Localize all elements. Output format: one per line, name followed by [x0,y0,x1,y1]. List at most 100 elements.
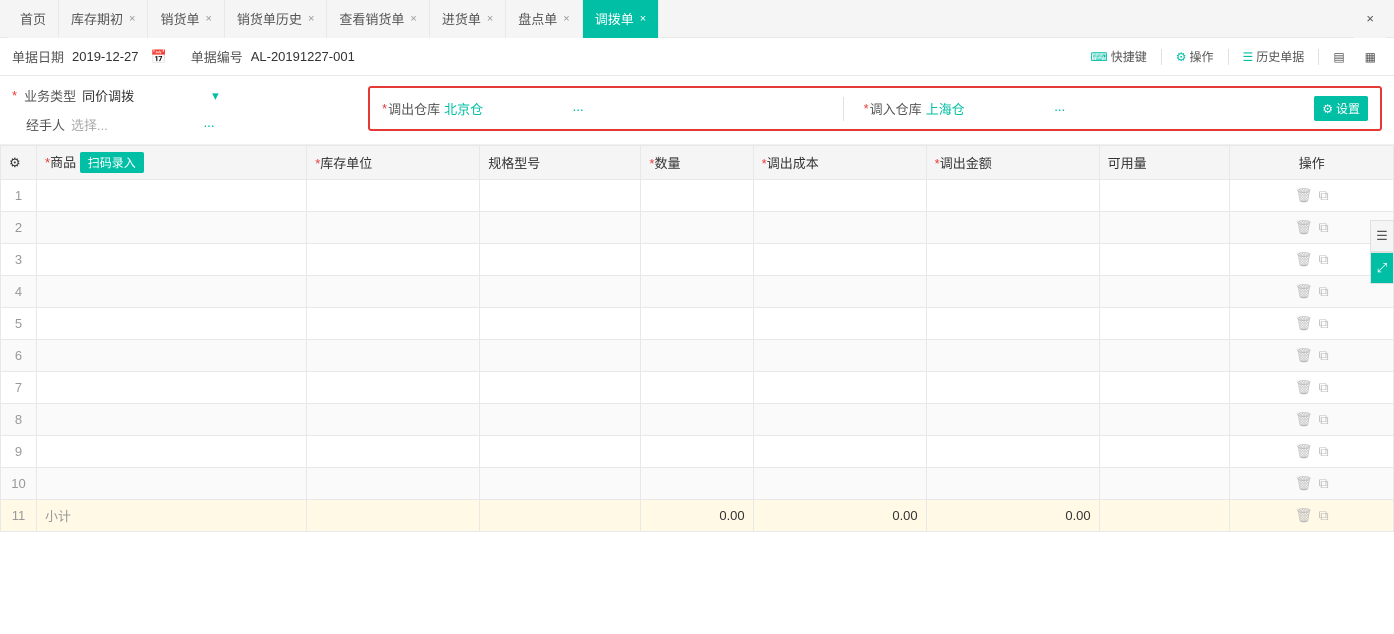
amount-cell[interactable] [926,244,1099,276]
product-cell[interactable] [37,212,307,244]
scan-button[interactable]: 扫码录入 [80,152,144,173]
shortcut-btn[interactable]: ⌨ 快捷键 [1084,46,1152,67]
copy-icon[interactable]: ⧉ [1319,283,1329,300]
transfer-in-value[interactable]: 上海仓 [926,99,1046,118]
copy-icon[interactable]: ⧉ [1319,219,1329,236]
qty-cell[interactable] [641,468,753,500]
close-tab-sales-history[interactable]: × [308,13,314,25]
copy-icon[interactable]: ⧉ [1319,187,1329,204]
transfer-out-more[interactable]: ··· [572,101,583,117]
amount-cell[interactable] [926,404,1099,436]
tab-inventory-check[interactable]: 盘点单 × [506,0,582,38]
close-window-btn[interactable]: × [1354,0,1386,38]
product-cell[interactable] [37,244,307,276]
transfer-out-value[interactable]: 北京仓 [444,99,564,118]
qty-cell[interactable] [641,404,753,436]
unit-cell[interactable] [307,372,480,404]
spec-cell[interactable] [480,404,641,436]
cost-cell[interactable] [753,276,926,308]
delete-icon[interactable]: 🗑 [1295,411,1313,428]
amount-cell[interactable] [926,276,1099,308]
qty-cell[interactable] [641,276,753,308]
spec-cell[interactable] [480,244,641,276]
product-cell[interactable] [37,340,307,372]
business-type-dropdown[interactable]: ▾ [212,88,219,104]
calendar-icon[interactable]: 📅 [151,49,167,65]
cost-cell[interactable] [753,372,926,404]
available-cell[interactable] [1099,468,1230,500]
layout-btn2[interactable]: ▦ [1359,48,1382,66]
history-btn[interactable]: ☰ 历史单据 [1237,46,1311,67]
business-type-value[interactable]: 同价调拨 [82,86,202,105]
close-tab-purchase-order[interactable]: × [487,13,493,25]
unit-cell[interactable] [307,244,480,276]
close-tab-sales-order[interactable]: × [205,13,211,25]
delete-icon[interactable]: 🗑 [1295,283,1313,300]
tab-view-sales[interactable]: 查看销货单 × [327,0,429,38]
amount-cell[interactable] [926,468,1099,500]
cost-cell[interactable] [753,340,926,372]
amount-cell[interactable] [926,308,1099,340]
delete-icon[interactable]: 🗑 [1295,187,1313,204]
product-cell[interactable] [37,180,307,212]
handler-value[interactable]: 选择... [71,115,191,134]
spec-cell[interactable] [480,372,641,404]
qty-cell[interactable] [641,340,753,372]
spec-cell[interactable] [480,212,641,244]
available-cell[interactable] [1099,436,1230,468]
delete-icon[interactable]: 🗑 [1295,507,1313,524]
settings-button[interactable]: ⚙ 设置 [1314,96,1368,121]
close-tab-view-sales[interactable]: × [410,13,416,25]
delete-icon[interactable]: 🗑 [1295,443,1313,460]
tab-transfer-order[interactable]: 调拨单 × [583,0,659,38]
delete-icon[interactable]: 🗑 [1295,251,1313,268]
unit-cell[interactable] [307,404,480,436]
amount-cell[interactable] [926,340,1099,372]
unit-cell[interactable] [307,308,480,340]
product-cell[interactable] [37,436,307,468]
available-cell[interactable] [1099,180,1230,212]
product-cell[interactable] [37,404,307,436]
tab-inventory-init[interactable]: 库存期初 × [59,0,148,38]
spec-cell[interactable] [480,340,641,372]
qty-cell[interactable] [641,244,753,276]
product-cell[interactable] [37,468,307,500]
copy-icon[interactable]: ⧉ [1319,315,1329,332]
available-cell[interactable] [1099,276,1230,308]
close-tab-inventory-check[interactable]: × [563,13,569,25]
amount-cell[interactable] [926,436,1099,468]
copy-icon[interactable]: ⧉ [1319,507,1329,524]
spec-cell[interactable] [480,308,641,340]
tab-home[interactable]: 首页 [8,0,59,38]
close-tab-inventory-init[interactable]: × [129,13,135,25]
delete-icon[interactable]: 🗑 [1295,219,1313,236]
available-cell[interactable] [1099,404,1230,436]
qty-cell[interactable] [641,436,753,468]
tab-sales-order[interactable]: 销货单 × [148,0,224,38]
close-tab-transfer-order[interactable]: × [640,13,646,25]
delete-icon[interactable]: 🗑 [1295,379,1313,396]
cost-cell[interactable] [753,244,926,276]
product-cell[interactable] [37,308,307,340]
cost-cell[interactable] [753,436,926,468]
delete-icon[interactable]: 🗑 [1295,475,1313,492]
delete-icon[interactable]: 🗑 [1295,347,1313,364]
side-list-btn[interactable]: ☰ [1370,220,1394,252]
available-cell[interactable] [1099,244,1230,276]
qty-cell[interactable] [641,212,753,244]
unit-cell[interactable] [307,180,480,212]
copy-icon[interactable]: ⧉ [1319,443,1329,460]
cost-cell[interactable] [753,308,926,340]
unit-cell[interactable] [307,468,480,500]
available-cell[interactable] [1099,308,1230,340]
copy-icon[interactable]: ⧉ [1319,347,1329,364]
delete-icon[interactable]: 🗑 [1295,315,1313,332]
cost-cell[interactable] [753,180,926,212]
copy-icon[interactable]: ⧉ [1319,411,1329,428]
unit-cell[interactable] [307,436,480,468]
cost-cell[interactable] [753,404,926,436]
qty-cell[interactable] [641,308,753,340]
amount-cell[interactable] [926,212,1099,244]
operation-btn[interactable]: ⚙ 操作 [1170,46,1220,67]
spec-cell[interactable] [480,436,641,468]
